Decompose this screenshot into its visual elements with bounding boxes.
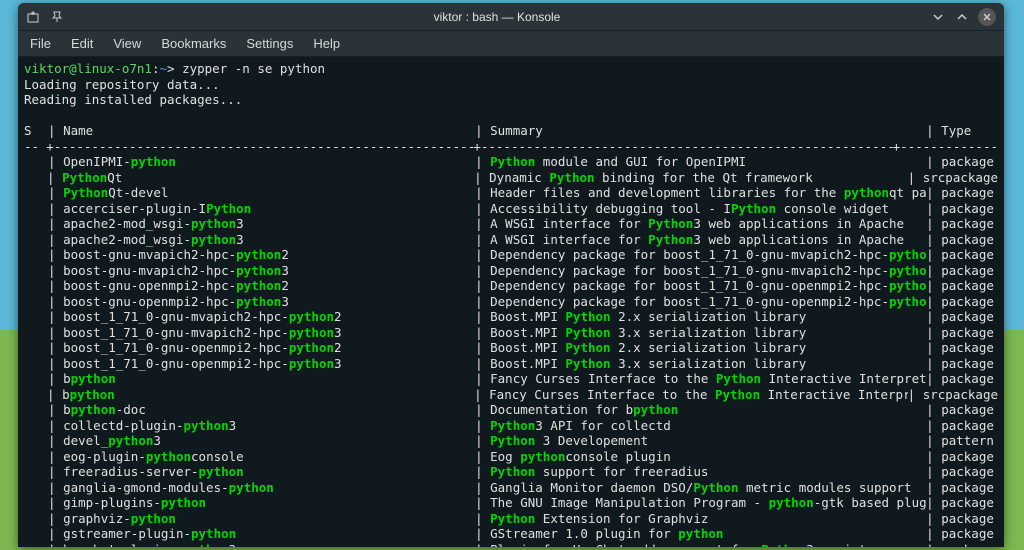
table-row: | boost_1_71_0-gnu-mvapich2-hpc-python2 …: [24, 309, 998, 325]
konsole-window: viktor : bash — Konsole File Edit View Book…: [18, 3, 1004, 547]
table-row: | OpenIPMI-python | Python module and GU…: [24, 154, 998, 170]
maximize-button[interactable]: [954, 9, 970, 25]
table-row: | bpython | Fancy Curses Interface to th…: [24, 387, 998, 403]
table-row: | apache2-mod_wsgi-python3 | A WSGI inte…: [24, 216, 998, 232]
table-row: | ganglia-gmond-modules-python | Ganglia…: [24, 480, 998, 496]
table-row: | graphviz-python | Python Extension for…: [24, 511, 998, 527]
table-row: | bpython-doc | Documentation for bpytho…: [24, 402, 998, 418]
new-tab-icon[interactable]: [26, 10, 40, 24]
menu-edit[interactable]: Edit: [71, 36, 93, 51]
table-row: | apache2-mod_wsgi-python3 | A WSGI inte…: [24, 232, 998, 248]
minimize-button[interactable]: [930, 9, 946, 25]
table-row: | eog-plugin-pythonconsole | Eog pythonc…: [24, 449, 998, 465]
window-title: viktor : bash — Konsole: [64, 10, 930, 24]
table-row: | boost-gnu-openmpi2-hpc-python3 | Depen…: [24, 294, 998, 310]
table-row: | accerciser-plugin-IPython | Accessibil…: [24, 201, 998, 217]
table-row: | boost_1_71_0-gnu-openmpi2-hpc-python2 …: [24, 340, 998, 356]
table-row: | boost_1_71_0-gnu-mvapich2-hpc-python3 …: [24, 325, 998, 341]
table-header: S | Name | Summary | Type: [24, 123, 998, 139]
table-row: | boost-gnu-mvapich2-hpc-python2 | Depen…: [24, 247, 998, 263]
table-row: | gimp-plugins-python | The GNU Image Ma…: [24, 495, 998, 511]
table-row: | boost_1_71_0-gnu-openmpi2-hpc-python3 …: [24, 356, 998, 372]
menu-view[interactable]: View: [113, 36, 141, 51]
menu-settings[interactable]: Settings: [246, 36, 293, 51]
menubar: File Edit View Bookmarks Settings Help: [18, 31, 1004, 57]
pin-icon[interactable]: [50, 10, 64, 24]
menu-file[interactable]: File: [30, 36, 51, 51]
terminal-output[interactable]: viktor@linux-o7n1:~> zypper -n se python…: [18, 57, 1004, 547]
table-row: | hexchat-plugins-python3 | Plugin for H…: [24, 542, 998, 548]
table-row: | boost-gnu-mvapich2-hpc-python3 | Depen…: [24, 263, 998, 279]
table-row: | freeradius-server-python | Python supp…: [24, 464, 998, 480]
table-row: | PythonQt | Dynamic Python binding for …: [24, 170, 998, 186]
table-row: | devel_python3 | Python 3 Developement …: [24, 433, 998, 449]
table-row: | PythonQt-devel | Header files and deve…: [24, 185, 998, 201]
table-row: | bpython | Fancy Curses Interface to th…: [24, 371, 998, 387]
close-button[interactable]: [978, 8, 996, 26]
table-row: | boost-gnu-openmpi2-hpc-python2 | Depen…: [24, 278, 998, 294]
table-row: | collectd-plugin-python3 | Python3 API …: [24, 418, 998, 434]
menu-bookmarks[interactable]: Bookmarks: [161, 36, 226, 51]
titlebar: viktor : bash — Konsole: [18, 3, 1004, 31]
menu-help[interactable]: Help: [313, 36, 340, 51]
table-row: | gstreamer-plugin-python | GStreamer 1.…: [24, 526, 998, 542]
